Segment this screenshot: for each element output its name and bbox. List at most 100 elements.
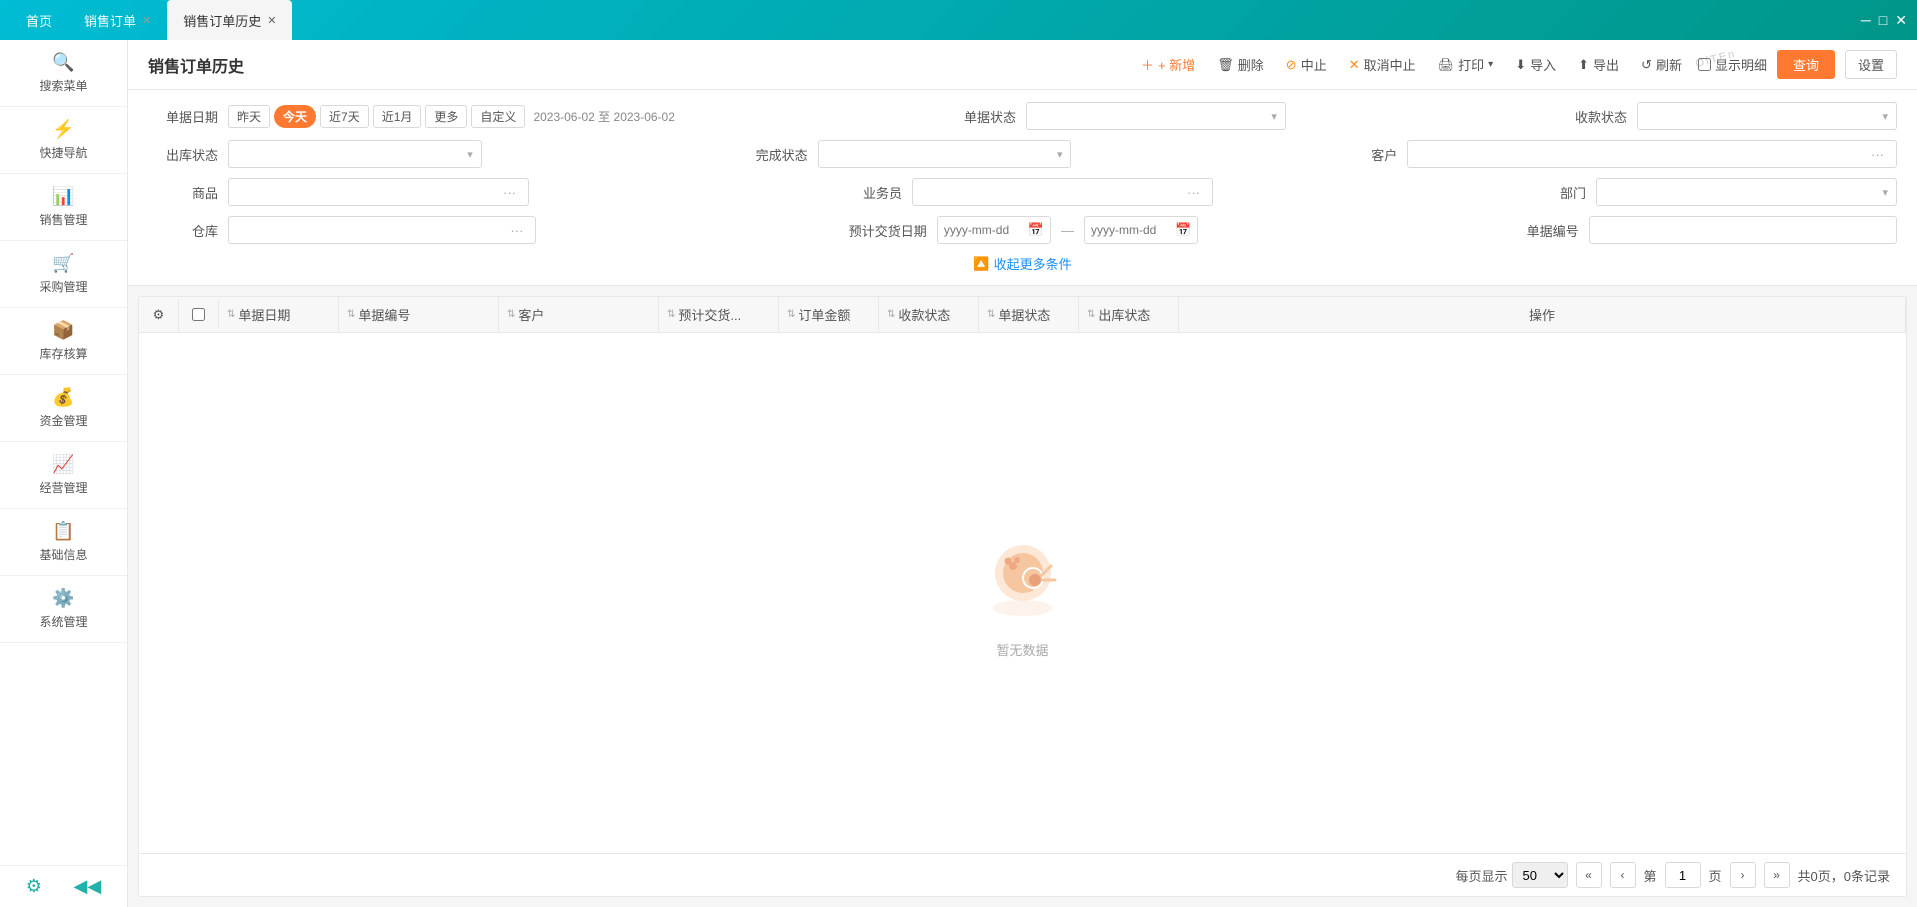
- new-button[interactable]: ＋ + 新增: [1135, 52, 1201, 77]
- delivery-date-to[interactable]: 📅: [1084, 216, 1198, 244]
- sidebar-item-search-menu-label: 搜索菜单: [39, 77, 87, 94]
- delete-label: 删除: [1238, 55, 1264, 74]
- sidebar-settings-icon[interactable]: ⚙: [26, 876, 42, 897]
- warehouse-select[interactable]: ···: [228, 216, 536, 244]
- customer-dots[interactable]: ···: [1867, 147, 1888, 162]
- stop-label: 中止: [1301, 55, 1327, 74]
- collapse-conditions-row[interactable]: 🔼 收起更多条件: [148, 254, 1897, 273]
- tab-sales-order-history-label: 销售订单历史: [183, 11, 261, 30]
- date-btn-today[interactable]: 今天: [274, 105, 316, 128]
- last-page-button[interactable]: »: [1764, 862, 1790, 888]
- delete-button[interactable]: 🗑 删除: [1211, 52, 1270, 77]
- delivery-date-to-input[interactable]: [1091, 223, 1171, 237]
- page-suffix-label: 页: [1709, 866, 1722, 885]
- delivery-date-from-input[interactable]: [944, 223, 1024, 237]
- settings-button[interactable]: 设置: [1845, 50, 1897, 79]
- top-bar: 首页 销售订单 ✕ 销售订单历史 ✕ ─ □ ✕: [0, 0, 1917, 40]
- collapse-label: 收起更多条件: [994, 254, 1072, 273]
- tab-sales-order-history[interactable]: 销售订单历史 ✕: [167, 0, 292, 40]
- payment-status-select[interactable]: ▾: [1637, 102, 1897, 130]
- content-area: 销售订单历史 ＋ + 新增 🗑 删除 ⊘ 中止 ✕ 取消中止: [128, 40, 1917, 907]
- display-columns-input[interactable]: [1698, 58, 1711, 71]
- sidebar-item-sales[interactable]: 📊 销售管理: [0, 174, 127, 241]
- filter-row-4: 仓库 ··· 预计交货日期 📅 — 📅 单据编号: [148, 216, 1897, 244]
- refresh-button[interactable]: ↺ 刷新: [1635, 52, 1688, 77]
- export-button[interactable]: ⬆ 导出: [1572, 52, 1625, 77]
- select-all-checkbox[interactable]: [192, 308, 205, 321]
- sidebar-item-system[interactable]: ⚙️ 系统管理: [0, 576, 127, 643]
- minimize-icon[interactable]: ─: [1861, 12, 1871, 28]
- department-select[interactable]: ▾: [1596, 178, 1897, 206]
- date-range-value: 2023-06-02 至 2023-06-02: [533, 108, 674, 125]
- th-payment-sort-icon: ⇅: [887, 309, 895, 320]
- salesperson-dots[interactable]: ···: [1183, 185, 1204, 200]
- th-customer-sort-icon: ⇅: [507, 309, 515, 320]
- th-settings[interactable]: ⚙: [139, 299, 179, 331]
- customer-select[interactable]: ···: [1407, 140, 1897, 168]
- delivery-date-from[interactable]: 📅: [937, 216, 1051, 244]
- close-window-icon[interactable]: ✕: [1895, 12, 1907, 29]
- date-range-buttons: 昨天 今天 近7天 近1月 更多 自定义 2023-06-02 至 2023-0…: [228, 105, 675, 128]
- th-sn[interactable]: ⇅ 单据编号: [339, 297, 499, 332]
- warehouse-status-select[interactable]: ▾: [228, 140, 482, 168]
- th-customer[interactable]: ⇅ 客户: [499, 297, 659, 332]
- window-controls: ─ □ ✕: [1861, 12, 1907, 29]
- tab-sales-order-close[interactable]: ✕: [142, 14, 151, 27]
- display-columns-checkbox[interactable]: 显示明细: [1698, 55, 1767, 74]
- page-number-input[interactable]: [1665, 862, 1701, 888]
- export-label: 导出: [1593, 55, 1619, 74]
- purchase-icon: 🛒: [52, 253, 74, 274]
- doc-number-input[interactable]: [1589, 216, 1897, 244]
- salesperson-select[interactable]: ···: [912, 178, 1213, 206]
- tab-home[interactable]: 首页: [10, 0, 68, 40]
- next-page-button[interactable]: ›: [1730, 862, 1756, 888]
- sidebar-item-purchase[interactable]: 🛒 采购管理: [0, 241, 127, 308]
- sidebar-item-purchase-label: 采购管理: [39, 278, 87, 295]
- th-sn-label: 单据编号: [358, 305, 410, 324]
- sidebar-item-quick-nav[interactable]: ⚡ 快捷导航: [0, 107, 127, 174]
- print-label: 打印: [1458, 55, 1484, 74]
- sidebar-item-search-menu[interactable]: 🔍 搜索菜单: [0, 40, 127, 107]
- warehouse-label: 仓库: [148, 221, 218, 240]
- cancel-stop-button[interactable]: ✕ 取消中止: [1343, 52, 1422, 77]
- doc-status-select[interactable]: ▾: [1026, 102, 1286, 130]
- maximize-icon[interactable]: □: [1879, 12, 1887, 28]
- th-amount[interactable]: ⇅ 订单金额: [779, 297, 879, 332]
- sidebar-item-finance[interactable]: 💰 资金管理: [0, 375, 127, 442]
- tab-sales-order-history-close[interactable]: ✕: [267, 14, 276, 27]
- date-btn-more[interactable]: 更多: [425, 105, 467, 128]
- product-dots[interactable]: ···: [499, 185, 520, 200]
- warehouse-dots[interactable]: ···: [506, 223, 527, 238]
- sidebar-item-basic-info[interactable]: 📋 基础信息: [0, 509, 127, 576]
- date-btn-custom[interactable]: 自定义: [471, 105, 525, 128]
- table-area: ⚙ ⇅ 单据日期 ⇅ 单据编号 ⇅ 客户 ⇅: [138, 296, 1907, 897]
- complete-status-select[interactable]: ▾: [818, 140, 1072, 168]
- sidebar-item-inventory[interactable]: 📦 库存核算: [0, 308, 127, 375]
- product-select[interactable]: ···: [228, 178, 529, 206]
- stop-button[interactable]: ⊘ 中止: [1280, 52, 1333, 77]
- th-payment-status[interactable]: ⇅ 收款状态: [879, 297, 979, 332]
- page-size-dropdown[interactable]: 50 10 20 100: [1512, 862, 1568, 888]
- print-button[interactable]: 🖨 打印 ▾: [1432, 52, 1500, 77]
- tab-sales-order[interactable]: 销售订单 ✕: [68, 0, 167, 40]
- query-button[interactable]: 查询: [1777, 50, 1835, 79]
- date-btn-yesterday[interactable]: 昨天: [228, 105, 270, 128]
- th-date[interactable]: ⇅ 单据日期: [219, 297, 339, 332]
- empty-text: 暂无数据: [996, 640, 1048, 659]
- th-warehouse-status[interactable]: ⇅ 出库状态: [1079, 297, 1179, 332]
- next-page-icon: ›: [1741, 868, 1745, 882]
- th-delivery[interactable]: ⇅ 预计交货...: [659, 297, 779, 332]
- th-doc-status[interactable]: ⇅ 单据状态: [979, 297, 1079, 332]
- delete-icon: 🗑: [1217, 57, 1234, 73]
- import-button[interactable]: ⬇ 导入: [1509, 52, 1562, 77]
- date-btn-1month[interactable]: 近1月: [373, 105, 422, 128]
- warehouse-status-label: 出库状态: [148, 145, 218, 164]
- prev-page-button[interactable]: ‹: [1610, 862, 1636, 888]
- first-page-button[interactable]: «: [1576, 862, 1602, 888]
- date-dash: —: [1061, 223, 1074, 238]
- sidebar-collapse-icon[interactable]: ◀◀: [74, 876, 102, 897]
- import-icon: ⬇: [1515, 57, 1526, 73]
- complete-status-label: 完成状态: [738, 145, 808, 164]
- sidebar-item-operations[interactable]: 📈 经营管理: [0, 442, 127, 509]
- date-btn-7days[interactable]: 近7天: [320, 105, 369, 128]
